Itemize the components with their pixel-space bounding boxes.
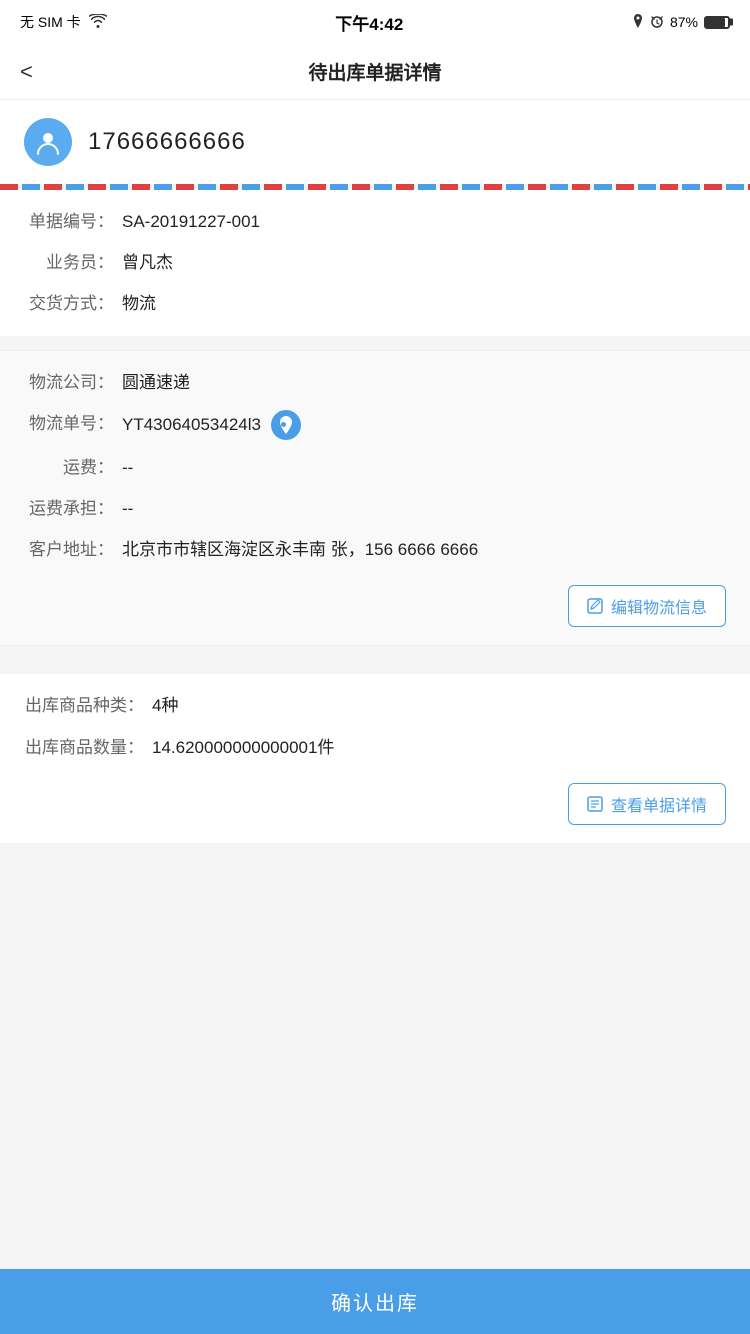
- customer-address-value: 北京市市辖区海淀区永丰南 张，156 6666 6666: [122, 536, 726, 563]
- confirm-outbound-button[interactable]: 确认出库: [0, 1269, 750, 1334]
- logistics-company-label: 物流公司：: [24, 369, 114, 396]
- order-number-value: SA-20191227-001: [122, 208, 726, 235]
- customer-address-row: 客户地址： 北京市市辖区海淀区永丰南 张，156 6666 6666: [24, 536, 726, 563]
- logistics-company-row: 物流公司： 圆通速递: [24, 369, 726, 396]
- salesman-row: 业务员： 曾凡杰: [24, 249, 726, 276]
- status-left: 无 SIM 卡: [20, 12, 107, 32]
- delivery-method-value: 物流: [122, 290, 726, 317]
- delivery-method-row: 交货方式： 物流: [24, 290, 726, 317]
- battery-percent: 87%: [670, 14, 698, 30]
- freight-value: --: [122, 454, 726, 481]
- customer-address-label: 客户地址：: [24, 536, 114, 563]
- page-title: 待出库单据详情: [308, 58, 441, 85]
- edit-btn-row: 编辑物流信息: [24, 577, 726, 627]
- alarm-icon: [650, 14, 664, 31]
- view-details-button[interactable]: 查看单据详情: [568, 783, 726, 825]
- tracking-number-value: YT43064053424l3: [122, 410, 726, 440]
- freight-row: 运费： --: [24, 454, 726, 481]
- sim-label: 无 SIM 卡: [20, 12, 81, 32]
- freight-bearer-value: --: [122, 495, 726, 522]
- product-quantity-row: 出库商品数量： 14.620000000000001件: [24, 734, 726, 761]
- freight-label: 运费：: [24, 454, 114, 481]
- status-time: 下午4:42: [335, 10, 403, 35]
- product-types-row: 出库商品种类： 4种: [24, 692, 726, 719]
- product-quantity-value: 14.620000000000001件: [152, 734, 726, 761]
- order-info-section: 单据编号： SA-20191227-001 业务员： 曾凡杰 交货方式： 物流: [0, 190, 750, 336]
- tracking-number-label: 物流单号：: [24, 410, 114, 437]
- edit-logistics-button[interactable]: 编辑物流信息: [568, 585, 726, 627]
- confirm-outbound-label: 确认出库: [331, 1293, 419, 1315]
- battery-icon: [704, 16, 730, 29]
- location-pin-button[interactable]: [271, 410, 301, 440]
- freight-bearer-label: 运费承担：: [24, 495, 114, 522]
- salesman-label: 业务员：: [24, 249, 114, 276]
- customer-phone: 17666666666: [88, 128, 246, 156]
- wifi-icon: [89, 14, 107, 31]
- freight-bearer-row: 运费承担： --: [24, 495, 726, 522]
- logistics-card: 物流公司： 圆通速递 物流单号： YT43064053424l3 运费： -- …: [0, 350, 750, 647]
- back-button[interactable]: <: [12, 51, 41, 93]
- product-types-value: 4种: [152, 692, 726, 719]
- gap1: [0, 646, 750, 660]
- outbound-section: 出库商品种类： 4种 出库商品数量： 14.620000000000001件 查…: [0, 674, 750, 842]
- tracking-number-row: 物流单号： YT43064053424l3: [24, 410, 726, 440]
- location-icon: [632, 14, 644, 31]
- customer-header: 17666666666: [0, 100, 750, 184]
- delivery-method-label: 交货方式：: [24, 290, 114, 317]
- nav-bar: < 待出库单据详情: [0, 44, 750, 100]
- status-bar: 无 SIM 卡 下午4:42 87%: [0, 0, 750, 44]
- view-btn-row: 查看单据详情: [24, 775, 726, 825]
- order-number-row: 单据编号： SA-20191227-001: [24, 208, 726, 235]
- salesman-value: 曾凡杰: [122, 249, 726, 276]
- logistics-company-value: 圆通速递: [122, 369, 726, 396]
- product-types-label: 出库商品种类：: [24, 692, 144, 719]
- status-right: 87%: [632, 14, 730, 31]
- bottom-spacer: [0, 857, 750, 1057]
- order-number-label: 单据编号：: [24, 208, 114, 235]
- avatar: [24, 118, 72, 166]
- product-quantity-label: 出库商品数量：: [24, 734, 144, 761]
